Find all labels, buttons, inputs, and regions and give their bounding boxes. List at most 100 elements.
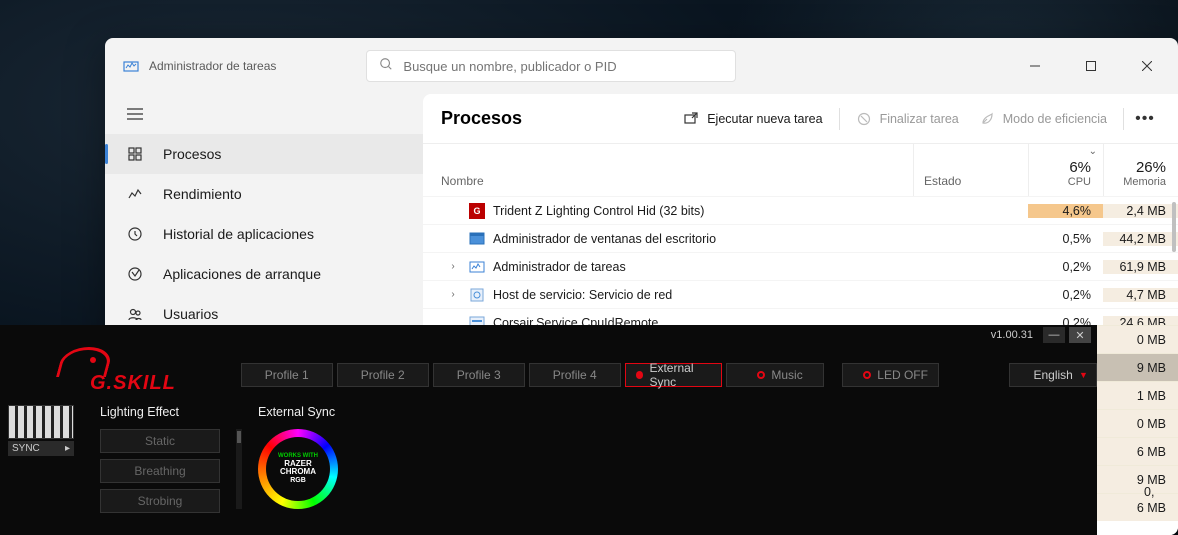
cpu-value: 0,5% [1028,232,1103,246]
col-cpu[interactable]: ⌄ 6% CPU [1028,144,1103,196]
startup-icon [127,266,145,282]
overflow-memory-column: 0 MB9 MB1 MB0 MB6 MB9 MB6 MB [1097,325,1178,521]
gskill-window: v1.00.31 — ✕ G.SKILL Profile 1Profile 2P… [0,325,1097,535]
process-icon: G [469,203,485,219]
nav-processes[interactable]: Procesos [105,134,423,174]
effect-option[interactable]: Breathing [100,459,220,483]
cpu-value: 0,2% [1028,260,1103,274]
tab-external-sync[interactable]: External Sync [625,363,723,387]
preview-panel: SYNC ▸ [8,405,84,525]
nav-label: Rendimiento [163,186,242,202]
profile-tab[interactable]: Profile 1 [241,363,333,387]
col-name[interactable]: Nombre [423,144,913,196]
process-name: Administrador de ventanas del escritorio [493,232,716,246]
mem-value: 9 MB [1097,353,1178,381]
cpu-value: 4,6% [1028,204,1103,218]
language-select[interactable]: English ▼ [1009,363,1097,387]
process-icon [469,231,485,247]
nav-label: Procesos [163,146,221,162]
users-icon [127,306,145,322]
profile-tab[interactable]: Profile 2 [337,363,429,387]
nav-startup[interactable]: Aplicaciones de arranque [105,254,423,294]
app-icon [123,58,139,74]
external-sync-panel: External Sync WORKS WITH RAZER CHROMA RG… [258,405,338,525]
col-memory[interactable]: 26% Memoria [1103,144,1178,196]
mem-value: 2,4 MB [1103,204,1178,218]
mem-value: 9 MB [1097,465,1178,493]
process-row[interactable]: › Host de servicio: Servicio de red 0,2%… [423,280,1178,308]
leaf-icon [979,111,995,127]
cpu-value: 0,2% [1028,288,1103,302]
effect-option[interactable]: Strobing [100,489,220,513]
more-button[interactable]: ••• [1130,110,1160,128]
mem-value: 0 MB [1097,325,1178,353]
scrollbar[interactable] [1172,202,1176,252]
process-row[interactable]: G Trident Z Lighting Control Hid (32 bit… [423,196,1178,224]
search-input[interactable] [403,59,723,74]
close-button[interactable] [1124,50,1170,82]
chevron-down-icon: ⌄ [1089,146,1097,157]
effect-option[interactable]: Static [100,429,220,453]
minimize-button[interactable] [1012,50,1058,82]
app-title: Administrador de tareas [149,59,276,73]
profile-tab[interactable]: Profile 3 [433,363,525,387]
nav-performance[interactable]: Rendimiento [105,174,423,214]
process-name: Trident Z Lighting Control Hid (32 bits) [493,204,704,218]
gs-titlebar[interactable]: v1.00.31 — ✕ [0,325,1097,345]
run-icon [683,111,699,127]
expand-icon[interactable]: › [445,289,461,300]
run-task-button[interactable]: Ejecutar nueva tarea [673,105,832,133]
mem-value: 6 MB [1097,437,1178,465]
sync-indicator[interactable]: SYNC ▸ [8,441,74,456]
profile-tabs: Profile 1Profile 2Profile 3Profile 4 [241,363,621,387]
nav-label: Historial de aplicaciones [163,226,314,242]
efficiency-button[interactable]: Modo de eficiencia [969,105,1117,133]
nav-label: Usuarios [163,306,218,322]
razer-chroma-badge[interactable]: WORKS WITH RAZER CHROMA RGB [258,429,338,509]
version-label: v1.00.31 [991,329,1033,341]
mem-value: 1 MB [1097,381,1178,409]
end-icon [856,111,872,127]
maximize-button[interactable] [1068,50,1114,82]
performance-icon [127,186,145,202]
lighting-panel: Lighting Effect Static Breathing Strobing [100,405,232,525]
mem-value: 4,7 MB [1103,288,1178,302]
process-row[interactable]: › Administrador de tareas 0,2% 61,9 MB [423,252,1178,280]
titlebar[interactable]: Administrador de tareas [105,38,1178,94]
mem-value: 6 MB [1097,493,1178,521]
tab-music[interactable]: Music [726,363,824,387]
red-circle-icon [863,371,871,379]
play-icon: ▸ [65,443,70,454]
expand-icon[interactable]: › [445,261,461,272]
column-headers: Nombre Estado ⌄ 6% CPU 26% Memoria [423,144,1178,196]
main-header: Procesos Ejecutar nueva tarea Finalizar … [423,94,1178,144]
effect-scrollbar[interactable] [236,429,242,509]
end-task-button[interactable]: Finalizar tarea [846,105,969,133]
process-icon [469,259,485,275]
gs-minimize-button[interactable]: — [1043,327,1065,343]
process-name: Administrador de tareas [493,260,626,274]
tab-led-off[interactable]: LED OFF [842,363,940,387]
mem-value: 44,2 MB [1103,232,1178,246]
gskill-logo: G.SKILL [60,355,211,395]
mem-value: 61,9 MB [1103,260,1178,274]
overflow-extra: 0, [1144,485,1154,499]
process-row[interactable]: Administrador de ventanas del escritorio… [423,224,1178,252]
red-circle-icon [757,371,765,379]
col-status[interactable]: Estado [913,144,1028,196]
profile-tab[interactable]: Profile 4 [529,363,621,387]
gs-close-button[interactable]: ✕ [1069,327,1091,343]
ram-preview[interactable] [8,405,74,439]
page-title: Procesos [441,108,673,129]
nav-label: Aplicaciones de arranque [163,266,321,282]
search-icon [379,57,393,76]
process-icon [469,287,485,303]
process-name: Host de servicio: Servicio de red [493,288,672,302]
lighting-title: Lighting Effect [100,405,232,419]
search-box[interactable] [366,50,736,82]
triangle-down-icon: ▼ [1079,370,1088,380]
hamburger-button[interactable] [105,94,423,134]
nav-history[interactable]: Historial de aplicaciones [105,214,423,254]
processes-icon [127,146,145,162]
history-icon [127,226,145,242]
